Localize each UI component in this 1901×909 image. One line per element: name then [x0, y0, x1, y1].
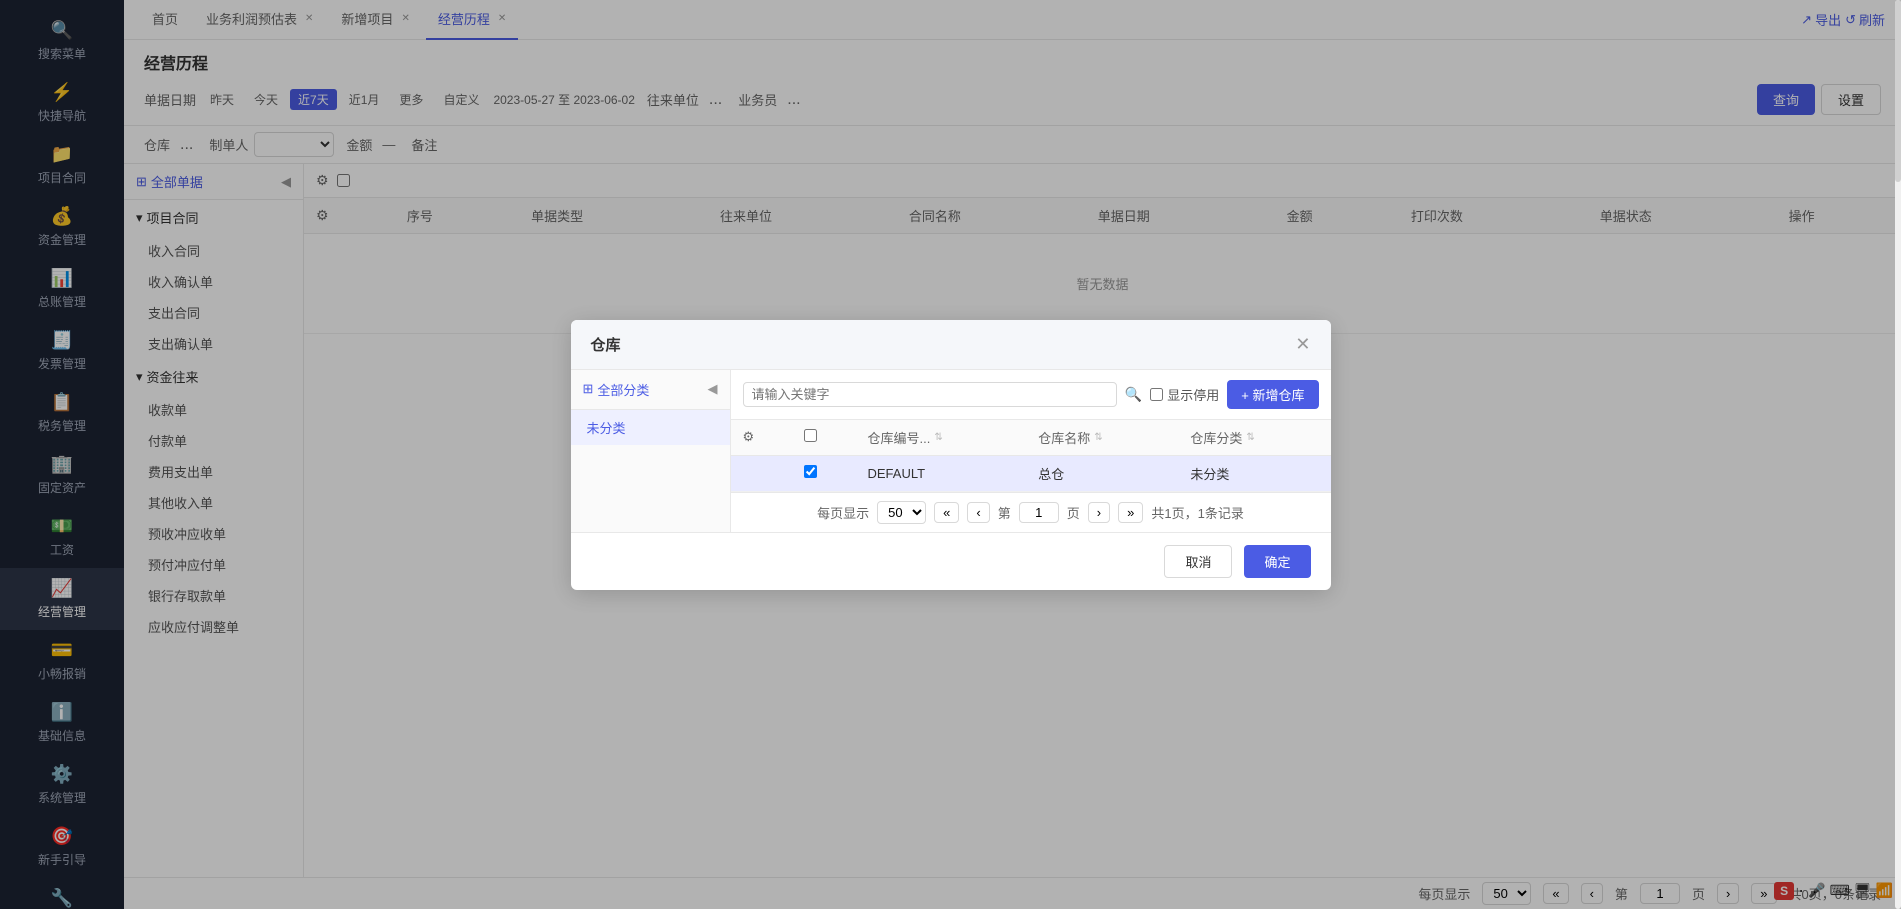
modal-overlay[interactable]: 仓库 ✕ ⊞ 全部分类 ◀ 未分类: [0, 0, 1901, 909]
modal-confirm-button[interactable]: 确定: [1244, 545, 1310, 578]
modal-select-all[interactable]: [804, 429, 817, 442]
modal-body: ⊞ 全部分类 ◀ 未分类 🔍 显示停用: [571, 370, 1331, 532]
modal-total-info: 共1页，1条记录: [1151, 503, 1243, 522]
modal-cancel-button[interactable]: 取消: [1164, 545, 1232, 578]
warehouse-modal: 仓库 ✕ ⊞ 全部分类 ◀ 未分类: [571, 320, 1331, 590]
modal-warehouse-table: ⚙ 仓库编号... ⇅ 仓库名: [731, 420, 1331, 492]
modal-col-category: 仓库分类 ⇅: [1178, 420, 1330, 456]
modal-pagination: 每页显示 50 « ‹ 第 页 › » 共1页，1条记录: [731, 492, 1331, 532]
modal-col-code: 仓库编号... ⇅: [856, 420, 1027, 456]
modal-per-page-select[interactable]: 50: [877, 501, 926, 524]
modal-search-button[interactable]: 🔍: [1125, 386, 1142, 403]
modal-next-page[interactable]: ›: [1088, 502, 1110, 523]
modal-close-button[interactable]: ✕: [1295, 334, 1310, 355]
modal-collapse-left[interactable]: ◀: [708, 381, 718, 397]
modal-col-name: 仓库名称 ⇅: [1026, 420, 1178, 456]
modal-toolbar: 🔍 显示停用 + 新增仓库: [731, 370, 1331, 420]
modal-page-input[interactable]: [1019, 502, 1059, 523]
modal-prev-page[interactable]: ‹: [967, 502, 989, 523]
modal-row-code: DEFAULT: [856, 455, 1027, 491]
modal-category-unclassified[interactable]: 未分类: [571, 410, 730, 445]
modal-row-category: 未分类: [1178, 455, 1330, 491]
sort-arrows-name: ⇅: [1094, 432, 1102, 443]
sort-arrows-code: ⇅: [934, 432, 942, 443]
modal-row-name: 总仓: [1026, 455, 1178, 491]
modal-col-settings: ⚙: [731, 420, 792, 456]
modal-row-select-1[interactable]: [804, 465, 817, 478]
modal-col-select: [792, 420, 856, 456]
modal-left-panel: ⊞ 全部分类 ◀ 未分类: [571, 370, 731, 532]
modal-row-checkbox: [792, 455, 856, 491]
modal-header: 仓库 ✕: [571, 320, 1331, 370]
modal-table-wrapper: ⚙ 仓库编号... ⇅ 仓库名: [731, 420, 1331, 492]
modal-title: 仓库: [591, 334, 621, 355]
modal-first-page[interactable]: «: [934, 502, 959, 523]
modal-row-settings: [731, 455, 792, 491]
modal-right-panel: 🔍 显示停用 + 新增仓库 ⚙: [731, 370, 1331, 532]
modal-search-input[interactable]: [743, 382, 1117, 407]
show-disabled-label[interactable]: 显示停用: [1150, 385, 1219, 404]
modal-last-page[interactable]: »: [1118, 502, 1143, 523]
table-row[interactable]: DEFAULT 总仓 未分类: [731, 455, 1331, 491]
show-disabled-checkbox[interactable]: [1150, 388, 1163, 401]
modal-footer: 取消 确定: [571, 532, 1331, 590]
sort-arrows-category: ⇅: [1246, 432, 1254, 443]
modal-all-categories[interactable]: ⊞ 全部分类 ◀: [571, 370, 730, 410]
add-warehouse-button[interactable]: + 新增仓库: [1227, 380, 1318, 409]
grid-icon2: ⊞: [583, 381, 594, 397]
